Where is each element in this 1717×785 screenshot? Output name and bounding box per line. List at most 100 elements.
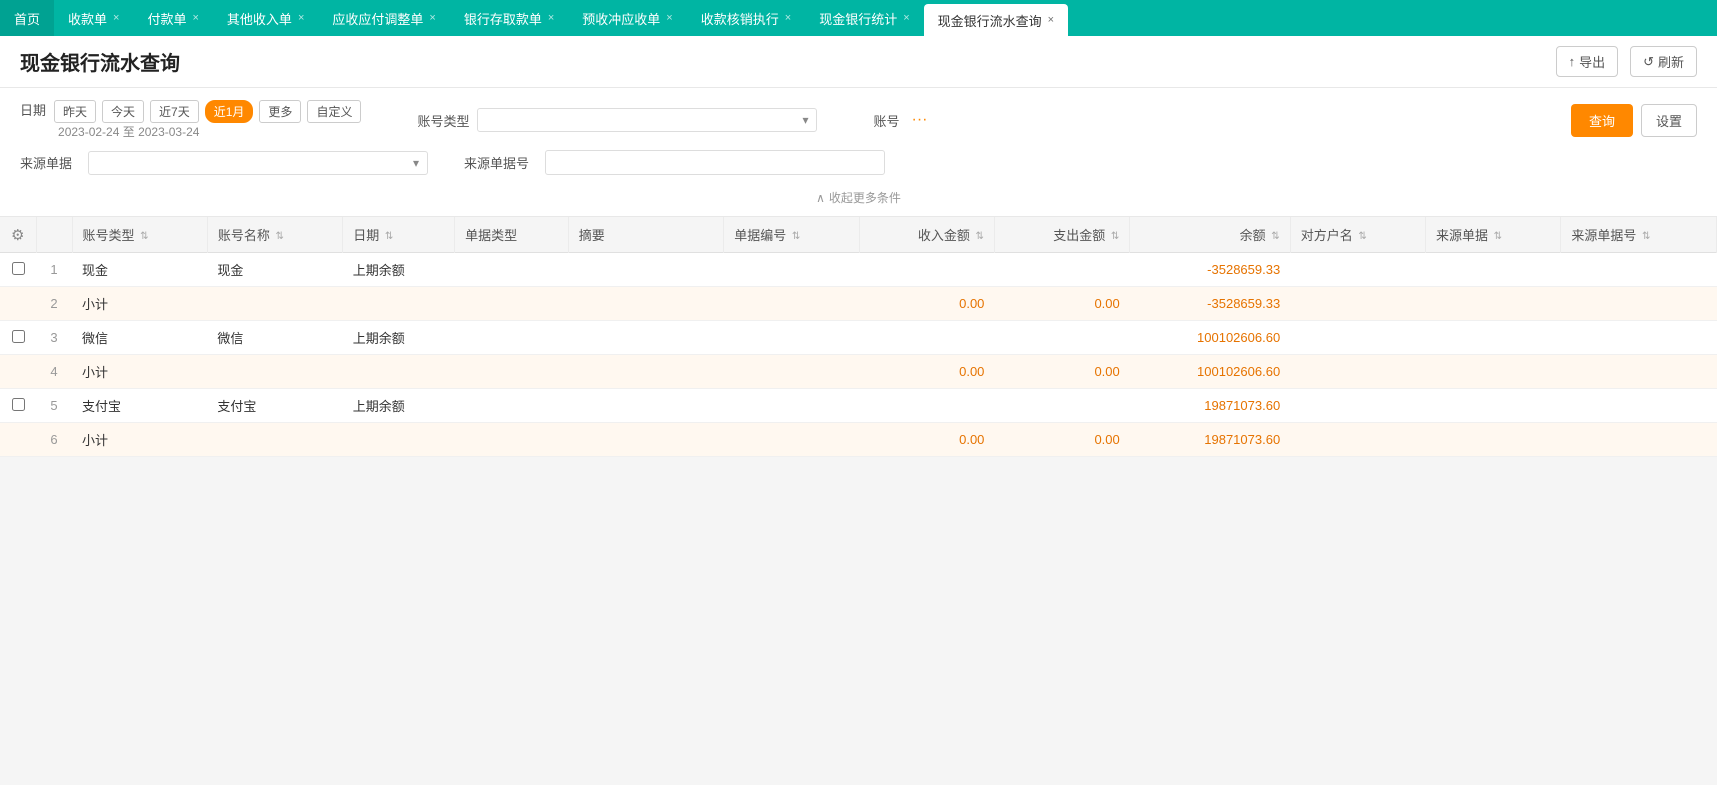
col-header-summary: 摘要 xyxy=(568,217,724,253)
refresh-button[interactable]: ↺ 刷新 xyxy=(1630,46,1697,77)
sort-expense-icon: ⇅ xyxy=(1111,231,1119,242)
date-buttons: 昨天 今天 近7天 近1月 更多 自定义 xyxy=(54,100,361,123)
source-doc-no-input[interactable] xyxy=(545,150,885,175)
cell-expense xyxy=(994,253,1129,287)
sort-balance-icon: ⇅ xyxy=(1271,231,1279,242)
close-cash-bank-flow-icon[interactable]: × xyxy=(1048,14,1054,26)
cell-source-doc-no xyxy=(1561,355,1717,389)
row-selector[interactable] xyxy=(0,389,36,423)
query-button[interactable]: 查询 xyxy=(1571,104,1633,137)
row-selector[interactable] xyxy=(0,423,36,457)
cell-source-doc xyxy=(1426,253,1561,287)
nav-payment[interactable]: 付款单 × xyxy=(133,0,212,36)
col-header-date[interactable]: 日期 ⇅ xyxy=(343,217,455,253)
nav-receipt[interactable]: 收款单 × xyxy=(54,0,133,36)
cell-source-doc xyxy=(1426,389,1561,423)
col-label-summary: 摘要 xyxy=(579,228,605,243)
nav-cash-bank-flow[interactable]: 现金银行流水查询 × xyxy=(924,4,1068,36)
cell-source-doc-no xyxy=(1561,287,1717,321)
row-checkbox[interactable] xyxy=(12,398,25,411)
source-doc-chevron-icon: ▾ xyxy=(413,156,419,170)
close-bank-deposit-icon[interactable]: × xyxy=(548,12,554,24)
page-title: 现金银行流水查询 xyxy=(20,47,180,76)
cell-income: 0.00 xyxy=(859,355,994,389)
sort-source-doc-icon: ⇅ xyxy=(1494,231,1502,242)
row-checkbox[interactable] xyxy=(12,330,25,343)
col-header-income[interactable]: 收入金额 ⇅ xyxy=(859,217,994,253)
export-button[interactable]: ↑ 导出 xyxy=(1556,46,1619,77)
close-receipt-icon[interactable]: × xyxy=(113,12,119,24)
date-btn-today[interactable]: 今天 xyxy=(102,100,144,123)
source-doc-select[interactable]: ▾ xyxy=(88,151,428,175)
row-selector[interactable] xyxy=(0,355,36,389)
nav-ar-ap-adjust[interactable]: 应收应付调整单 × xyxy=(318,0,449,36)
row-selector[interactable] xyxy=(0,253,36,287)
nav-other-income[interactable]: 其他收入单 × xyxy=(213,0,318,36)
settings-button[interactable]: 设置 xyxy=(1641,104,1697,137)
col-header-balance[interactable]: 余额 ⇅ xyxy=(1130,217,1290,253)
row-selector[interactable] xyxy=(0,287,36,321)
cell-account-name: 支付宝 xyxy=(207,389,342,423)
close-payment-icon[interactable]: × xyxy=(192,12,198,24)
close-other-income-icon[interactable]: × xyxy=(298,12,304,24)
filter-row-1: 日期 昨天 今天 近7天 近1月 更多 自定义 2023-02-24 至 202… xyxy=(20,100,1697,140)
cell-doc-type xyxy=(455,321,569,355)
date-btn-custom[interactable]: 自定义 xyxy=(307,100,361,123)
date-btn-1month[interactable]: 近1月 xyxy=(205,100,254,123)
date-options-area: 昨天 今天 近7天 近1月 更多 自定义 2023-02-24 至 2023-0… xyxy=(54,100,361,140)
cell-date: 上期余额 xyxy=(343,389,455,423)
account-no-dots-button[interactable]: ··· xyxy=(907,111,931,129)
cell-counterparty xyxy=(1290,253,1425,287)
nav-bank-deposit[interactable]: 银行存取款单 × xyxy=(450,0,568,36)
col-label-expense: 支出金额 xyxy=(1053,228,1105,243)
date-btn-7days[interactable]: 近7天 xyxy=(150,100,199,123)
close-cash-bank-stat-icon[interactable]: × xyxy=(903,12,909,24)
nav-home[interactable]: 首页 xyxy=(0,0,54,36)
gear-column-header[interactable]: ⚙ xyxy=(0,217,36,253)
cell-summary xyxy=(568,389,724,423)
cell-income: 0.00 xyxy=(859,423,994,457)
cell-date xyxy=(343,355,455,389)
filter-area: 日期 昨天 今天 近7天 近1月 更多 自定义 2023-02-24 至 202… xyxy=(0,88,1717,217)
col-label-income: 收入金额 xyxy=(918,228,970,243)
nav-cash-bank-stat[interactable]: 现金银行统计 × xyxy=(805,0,923,36)
col-header-expense[interactable]: 支出金额 ⇅ xyxy=(994,217,1129,253)
collapse-bar[interactable]: ∧ 收起更多条件 xyxy=(20,185,1697,208)
row-selector[interactable] xyxy=(0,321,36,355)
account-type-select[interactable]: ▾ xyxy=(477,108,817,132)
cell-source-doc-no xyxy=(1561,253,1717,287)
cell-summary xyxy=(568,423,724,457)
row-checkbox[interactable] xyxy=(12,262,25,275)
close-prepay-offset-icon[interactable]: × xyxy=(666,12,672,24)
col-header-doc-no[interactable]: 单据编号 ⇅ xyxy=(724,217,859,253)
cell-doc-no xyxy=(724,287,859,321)
date-btn-yesterday[interactable]: 昨天 xyxy=(54,100,96,123)
col-header-source-doc[interactable]: 来源单据 ⇅ xyxy=(1426,217,1561,253)
header-actions: ↑ 导出 ↺ 刷新 xyxy=(1556,46,1697,77)
nav-collection-exec[interactable]: 收款核销执行 × xyxy=(687,0,805,36)
col-label-date: 日期 xyxy=(353,228,379,243)
data-table-wrap: ⚙ 账号类型 ⇅ 账号名称 ⇅ 日期 ⇅ 单据类型 xyxy=(0,217,1717,457)
col-header-doc-type: 单据类型 xyxy=(455,217,569,253)
col-header-counterparty[interactable]: 对方户名 ⇅ xyxy=(1290,217,1425,253)
cell-account-name xyxy=(207,355,342,389)
cell-income xyxy=(859,321,994,355)
nav-prepay-offset[interactable]: 预收冲应收单 × xyxy=(568,0,686,36)
close-collection-exec-icon[interactable]: × xyxy=(785,12,791,24)
cell-expense: 0.00 xyxy=(994,355,1129,389)
source-doc-label: 来源单据 xyxy=(20,153,72,172)
sort-account-name-icon: ⇅ xyxy=(275,231,283,242)
cell-account-name xyxy=(207,287,342,321)
sort-source-doc-no-icon: ⇅ xyxy=(1642,231,1650,242)
cell-doc-type xyxy=(455,287,569,321)
col-header-source-doc-no[interactable]: 来源单据号 ⇅ xyxy=(1561,217,1717,253)
table-header-row: ⚙ 账号类型 ⇅ 账号名称 ⇅ 日期 ⇅ 单据类型 xyxy=(0,217,1717,253)
close-ar-ap-adjust-icon[interactable]: × xyxy=(429,12,435,24)
top-navigation: 首页 收款单 × 付款单 × 其他收入单 × 应收应付调整单 × 银行存取款单 … xyxy=(0,0,1717,36)
col-header-account-name[interactable]: 账号名称 ⇅ xyxy=(207,217,342,253)
date-btn-more[interactable]: 更多 xyxy=(259,100,301,123)
table-body: 1现金现金上期余额-3528659.332小计0.000.00-3528659.… xyxy=(0,253,1717,457)
row-number: 3 xyxy=(36,321,72,355)
col-header-account-type[interactable]: 账号类型 ⇅ xyxy=(72,217,207,253)
col-label-source-doc-no: 来源单据号 xyxy=(1571,228,1636,243)
